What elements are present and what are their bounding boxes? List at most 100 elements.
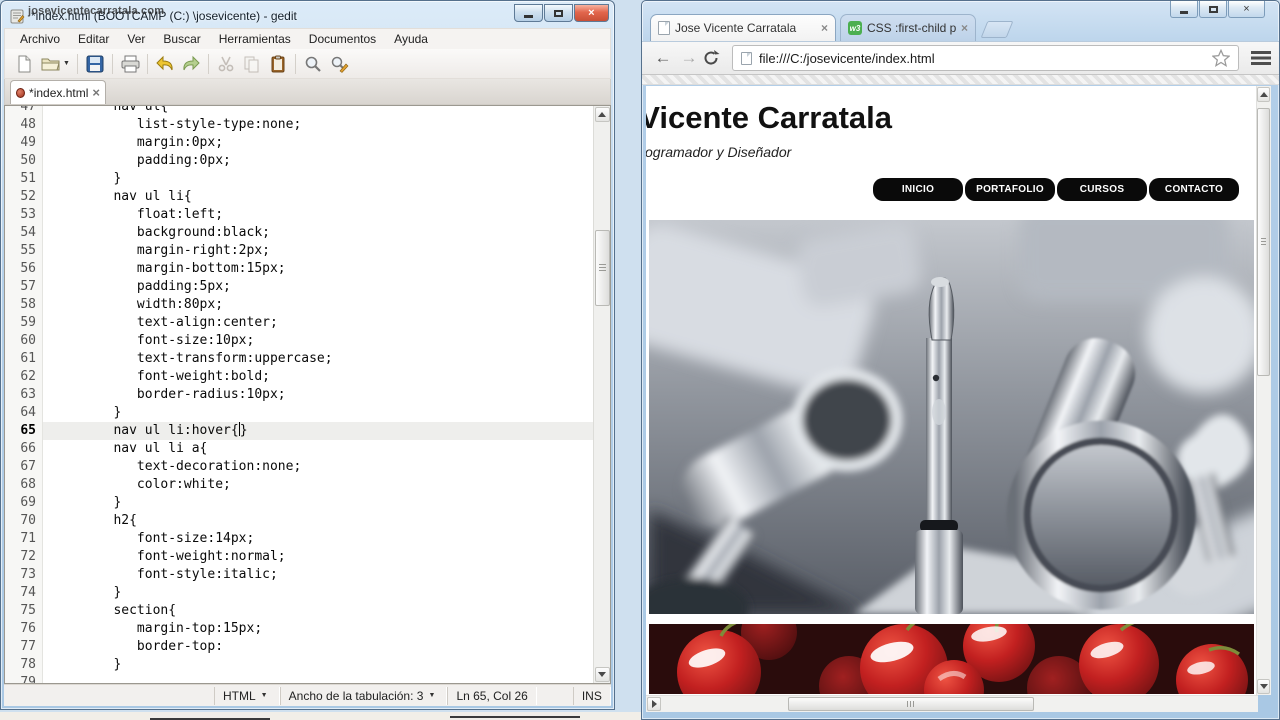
code-line[interactable]: color:white; [43,476,593,494]
code-line[interactable]: text-align:center; [43,314,593,332]
code-line[interactable]: nav ul li:hover{} [43,422,593,440]
scrollbar-thumb[interactable] [594,230,610,306]
code-line[interactable]: font-size:10px; [43,332,593,350]
code-line[interactable]: } [43,170,593,188]
code-line[interactable]: list-style-type:none; [43,116,593,134]
scroll-right-button[interactable] [647,697,661,711]
menu-editar[interactable]: Editar [69,30,118,48]
code-line[interactable]: } [43,656,593,674]
tab-close-icon[interactable]: × [821,21,828,35]
menu-documentos[interactable]: Documentos [300,30,385,48]
browser-tab-jose-vicente[interactable]: Jose Vicente Carratala × [650,14,836,41]
arrow-down-icon [598,672,607,677]
code-line[interactable]: } [43,494,593,512]
scroll-up-button[interactable] [594,107,610,122]
code-line[interactable]: border-top: [43,638,593,656]
code-line[interactable]: font-weight:bold; [43,368,593,386]
nav-link-cursos[interactable]: CURSOS [1057,178,1147,201]
gedit-maximize-button[interactable] [543,4,573,22]
tab-close-icon[interactable]: × [961,21,968,35]
gedit-vertical-scrollbar[interactable] [592,106,610,683]
find-replace-button[interactable] [326,52,352,76]
menu-ver[interactable]: Ver [118,30,154,48]
paste-button[interactable] [265,52,291,76]
copy-button[interactable] [239,52,265,76]
browser-tab-w3schools[interactable]: w3 CSS :first-child pseudo-ele × [840,14,976,41]
code-line[interactable]: margin-bottom:15px; [43,260,593,278]
url-text[interactable]: file:///C:/josevicente/index.html [759,51,1212,66]
new-tab-button[interactable] [980,21,1014,38]
code-lines[interactable]: nav ul{ list-style-type:none; margin:0px… [43,106,593,683]
code-line[interactable]: margin-top:15px; [43,620,593,638]
cut-button[interactable] [213,52,239,76]
menu-herramientas[interactable]: Herramientas [210,30,300,48]
code-line[interactable]: padding:5px; [43,278,593,296]
address-bar[interactable]: file:///C:/josevicente/index.html [732,45,1239,71]
nav-link-contacto[interactable]: CONTACTO [1149,178,1239,201]
code-line[interactable]: padding:0px; [43,152,593,170]
code-line[interactable]: text-transform:uppercase; [43,350,593,368]
nav-link-inicio[interactable]: INICIO [873,178,963,201]
gedit-app-icon [10,9,25,23]
code-line[interactable]: nav ul li{ [43,188,593,206]
gedit-close-button[interactable]: × [573,4,609,22]
chrome-minimize-button[interactable] [1170,1,1198,18]
gedit-text-area[interactable]: 47 48 49 50 51 52 53 54 55 56 57 58 59 60 61 62 63 64 65 66… [4,105,611,684]
code-line[interactable]: h2{ [43,512,593,530]
menu-ayuda[interactable]: Ayuda [385,30,437,48]
code-line[interactable] [43,674,593,683]
undo-button[interactable] [152,52,178,76]
chrome-window: × Jose Vicente Carratala × w3 CSS :first… [641,0,1280,720]
page-icon [741,51,752,65]
scroll-down-button[interactable] [594,667,610,682]
code-line[interactable]: } [43,584,593,602]
browser-horizontal-scrollbar[interactable] [646,695,1258,712]
scroll-up-button[interactable] [1257,87,1270,102]
code-line[interactable]: text-decoration:none; [43,458,593,476]
chrome-close-button[interactable]: × [1228,1,1265,18]
scrollbar-thumb[interactable] [1257,108,1270,376]
code-line[interactable]: margin:0px; [43,134,593,152]
reload-button[interactable] [702,49,728,67]
gedit-titlebar[interactable]: *index.html (BOOTCAMP (C:) \josevicente)… [4,4,611,28]
code-line[interactable]: margin-right:2px; [43,242,593,260]
language-mode-selector[interactable]: HTML ▼ [214,686,280,705]
tab-close-icon[interactable]: × [92,86,100,99]
redo-button[interactable] [178,52,204,76]
menu-archivo[interactable]: Archivo [11,30,69,48]
code-line[interactable]: } [43,404,593,422]
line-number: 52 [20,189,36,204]
code-line[interactable]: nav ul li a{ [43,440,593,458]
tab-width-selector[interactable]: Ancho de la tabulación: 3 ▼ [279,686,448,705]
code-line[interactable]: float:left; [43,206,593,224]
line-number: 66 [20,441,36,456]
code-line[interactable]: border-radius:10px; [43,386,593,404]
scroll-down-button[interactable] [1257,679,1270,694]
code-line[interactable]: nav ul{ [43,106,593,116]
scrollbar-thumb[interactable] [788,697,1034,711]
line-number: 60 [20,333,36,348]
nav-link-portafolio[interactable]: PORTAFOLIO [965,178,1055,201]
code-line[interactable]: font-style:italic; [43,566,593,584]
code-line[interactable]: font-weight:normal; [43,548,593,566]
bookmark-star-button[interactable] [1212,49,1230,67]
browser-vertical-scrollbar[interactable] [1256,86,1271,695]
gedit-minimize-button[interactable] [513,4,543,22]
menu-buscar[interactable]: Buscar [154,30,209,48]
print-button[interactable] [117,52,143,76]
find-button[interactable] [300,52,326,76]
code-line[interactable]: section{ [43,602,593,620]
open-dropdown-button[interactable]: ▼ [63,60,73,67]
forward-button[interactable]: → [676,48,702,68]
new-document-button[interactable] [11,52,37,76]
code-line[interactable]: width:80px; [43,296,593,314]
open-button[interactable] [37,52,63,76]
code-line[interactable]: background:black; [43,224,593,242]
cut-scissors-icon [218,56,234,71]
chrome-menu-button[interactable] [1251,51,1271,65]
back-button[interactable]: ← [650,48,676,68]
gedit-tab-index-html[interactable]: *index.html × [10,80,106,104]
code-line[interactable]: font-size:14px; [43,530,593,548]
chrome-maximize-button[interactable] [1199,1,1227,18]
save-button[interactable] [82,52,108,76]
